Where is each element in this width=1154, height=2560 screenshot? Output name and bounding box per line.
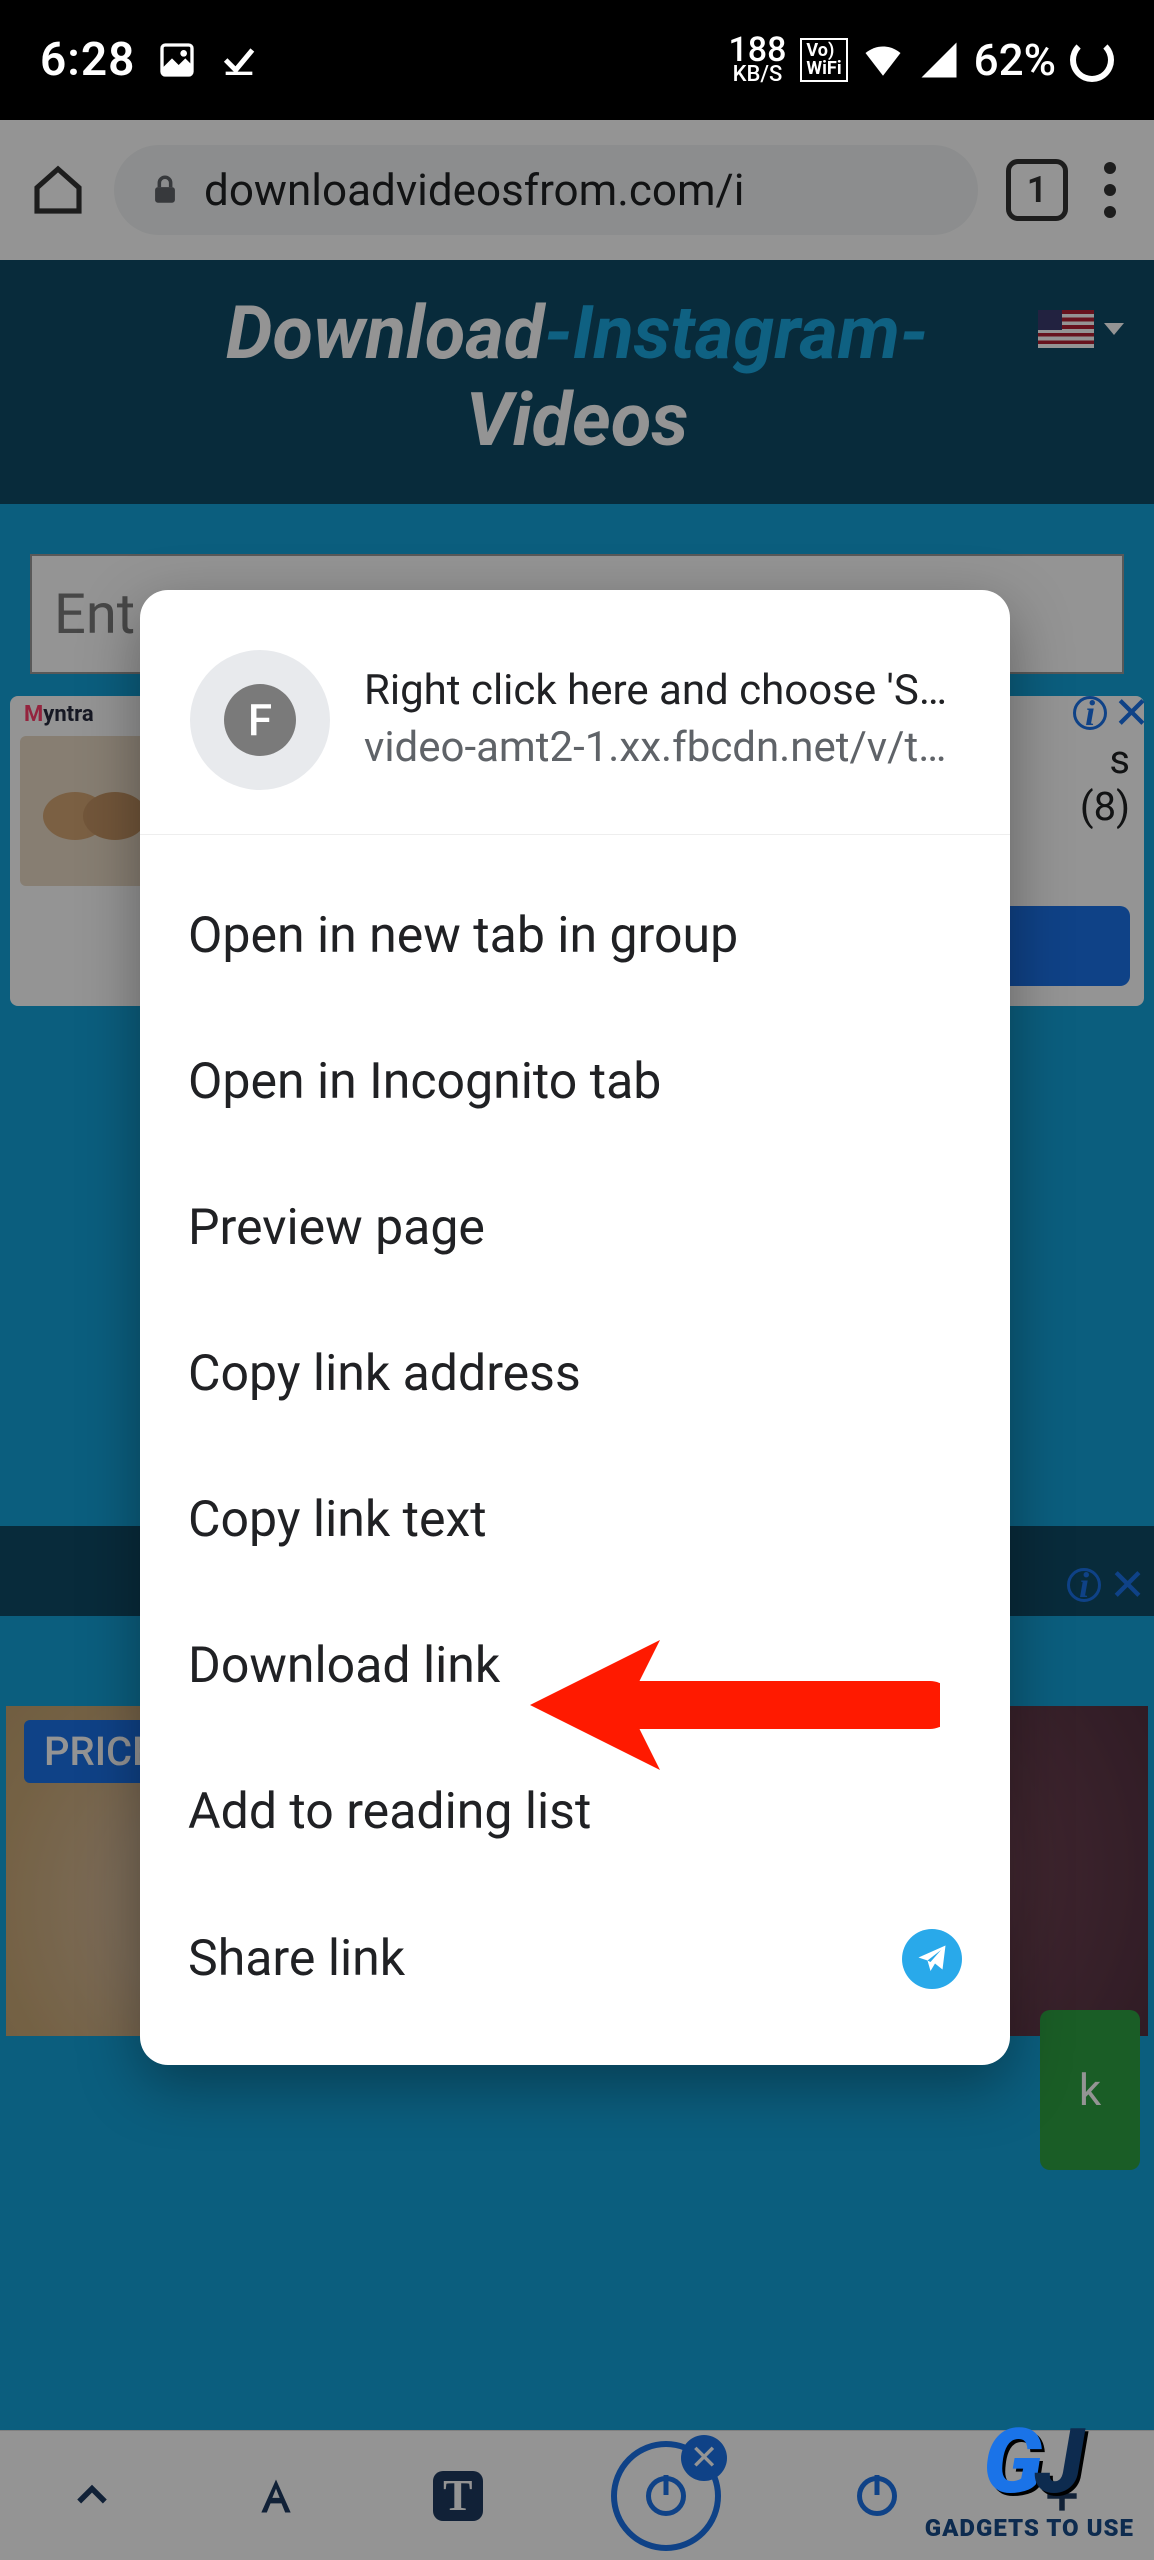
ctx-open-new-tab-group[interactable]: Open in new tab in group xyxy=(140,863,1010,1009)
power-icon xyxy=(646,2476,686,2516)
watermark-text: GADGETS TO USE xyxy=(925,2514,1134,2542)
network-speed: 188 KB/S xyxy=(728,35,786,85)
action-button-peek[interactable]: k xyxy=(1040,2010,1140,2170)
ad-close-icon[interactable]: ✕ xyxy=(1109,1568,1146,1602)
browser-toolbar: downloadvideosfrom.com/i 1 xyxy=(0,120,1154,260)
vowifi-icon: Vo) WiFi xyxy=(800,38,847,82)
ad-close-icon[interactable]: ✕ xyxy=(1113,696,1150,730)
us-flag-icon xyxy=(1038,310,1094,348)
close-badge-icon[interactable]: ✕ xyxy=(681,2435,727,2481)
loading-spinner-icon xyxy=(1070,38,1114,82)
telegram-icon xyxy=(902,1929,962,1989)
status-bar: 6:28 188 KB/S Vo) WiFi 62% xyxy=(0,0,1154,120)
context-menu: F Right click here and choose 'Sav… vide… xyxy=(140,590,1010,2065)
link-favicon: F xyxy=(190,650,330,790)
ad-text: s (8) xyxy=(1080,736,1130,830)
ad-info-icon[interactable]: i xyxy=(1073,696,1107,730)
checkmark-icon xyxy=(219,40,259,80)
status-time: 6:28 xyxy=(40,33,135,87)
ctx-copy-link-address[interactable]: Copy link address xyxy=(140,1301,1010,1447)
site-title: Download-Instagram- Videos xyxy=(20,290,1134,464)
picture-icon xyxy=(157,40,197,80)
device-frame: 6:28 188 KB/S Vo) WiFi 62% xyxy=(0,0,1154,2560)
chevron-up-icon[interactable] xyxy=(64,2468,120,2524)
link-url: video-amt2-1.xx.fbcdn.net/v/t39.… xyxy=(364,720,960,777)
tab-count-button[interactable]: 1 xyxy=(1006,159,1068,221)
home-icon[interactable] xyxy=(30,162,86,218)
font-icon[interactable] xyxy=(248,2468,304,2524)
site-header: Download-Instagram- Videos xyxy=(0,260,1154,504)
chevron-down-icon xyxy=(1104,323,1124,335)
context-menu-link-info: Right click here and choose 'Sav… video-… xyxy=(364,663,960,776)
ad-brand: Myntra xyxy=(24,702,94,727)
signal-icon xyxy=(918,39,960,81)
ad-controls: i ✕ xyxy=(1073,696,1150,730)
context-menu-header: F Right click here and choose 'Sav… vide… xyxy=(140,590,1010,835)
url-bar[interactable]: downloadvideosfrom.com/i xyxy=(114,145,978,235)
ctx-copy-link-text[interactable]: Copy link text xyxy=(140,1447,1010,1593)
ctx-share-link[interactable]: Share link xyxy=(140,1885,1010,2033)
overflow-menu-icon[interactable] xyxy=(1096,154,1124,226)
ad-info-icon[interactable]: i xyxy=(1067,1568,1101,1602)
link-title: Right click here and choose 'Sav… xyxy=(364,663,960,720)
url-text: downloadvideosfrom.com/i xyxy=(204,164,744,216)
ctx-preview-page[interactable]: Preview page xyxy=(140,1155,1010,1301)
context-menu-items: Open in new tab in group Open in Incogni… xyxy=(140,835,1010,2065)
lock-icon xyxy=(148,173,182,207)
wifi-icon xyxy=(862,39,904,81)
ctx-add-reading-list[interactable]: Add to reading list xyxy=(140,1739,1010,1885)
ctx-download-link[interactable]: Download link xyxy=(140,1593,1010,1739)
center-action-button[interactable]: ✕ xyxy=(611,2441,721,2551)
battery-percent: 62% xyxy=(974,34,1056,86)
watermark-logo: GJ xyxy=(925,2409,1134,2514)
status-left: 6:28 xyxy=(40,33,259,87)
watermark: GJ GADGETS TO USE xyxy=(925,2409,1134,2542)
status-right: 188 KB/S Vo) WiFi 62% xyxy=(728,34,1114,86)
text-tool-icon[interactable]: T xyxy=(433,2471,483,2521)
ad-controls-2: i ✕ xyxy=(1067,1568,1146,1602)
language-dropdown[interactable] xyxy=(1038,310,1124,348)
power-icon-small[interactable] xyxy=(849,2468,905,2524)
ctx-open-incognito[interactable]: Open in Incognito tab xyxy=(140,1009,1010,1155)
